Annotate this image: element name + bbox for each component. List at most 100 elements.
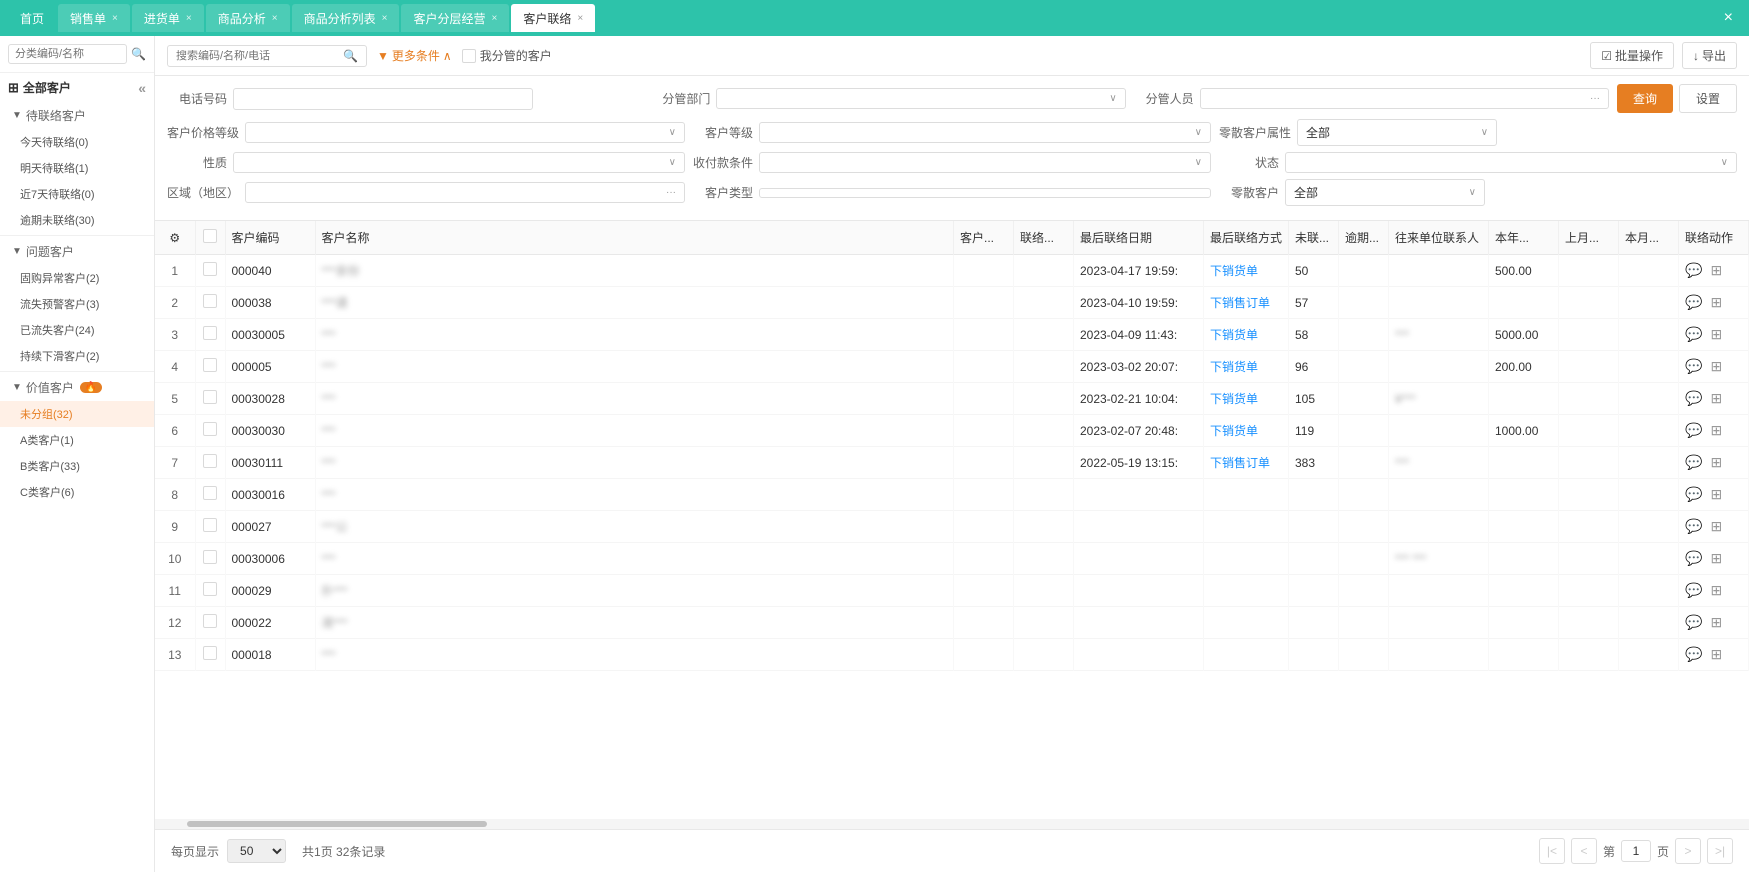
sidebar-item-overdue[interactable]: 逾期未联络(30) bbox=[0, 207, 154, 233]
batch-operation-btn[interactable]: ☑ 批量操作 bbox=[1590, 42, 1674, 69]
cell-check[interactable] bbox=[195, 511, 225, 543]
sidebar-group-value[interactable]: ▼ 价值客户 🔥 bbox=[0, 374, 154, 401]
sidebar-item-churn-warning[interactable]: 流失预警客户(3) bbox=[0, 291, 154, 317]
nav-tab-purchase[interactable]: 进货单 × bbox=[132, 4, 204, 32]
cell-check[interactable] bbox=[195, 639, 225, 671]
action-chat-icon[interactable]: 💬 bbox=[1685, 326, 1702, 343]
nav-tab-analysis[interactable]: 商品分析 × bbox=[206, 4, 290, 32]
action-chat-icon[interactable]: 💬 bbox=[1685, 422, 1702, 439]
cell-check[interactable] bbox=[195, 415, 225, 447]
action-grid-icon[interactable]: ⊞ bbox=[1710, 550, 1722, 567]
sidebar-item-tomorrow[interactable]: 明天待联络(1) bbox=[0, 155, 154, 181]
sidebar-item-declining[interactable]: 持续下滑客户(2) bbox=[0, 343, 154, 369]
row-checkbox[interactable] bbox=[203, 582, 217, 596]
cell-check[interactable] bbox=[195, 319, 225, 351]
page-input[interactable] bbox=[1621, 840, 1651, 862]
sidebar-group-pending[interactable]: ▼ 待联络客户 bbox=[0, 102, 154, 129]
filter-payment-select[interactable]: ∨ bbox=[759, 152, 1211, 173]
cell-check[interactable] bbox=[195, 383, 225, 415]
nav-tab-analysis-list-close[interactable]: × bbox=[382, 13, 388, 24]
last-method-link[interactable]: 下销售订单 bbox=[1210, 296, 1270, 310]
action-chat-icon[interactable]: 💬 bbox=[1685, 390, 1702, 407]
sidebar-group-problem[interactable]: ▼ 问题客户 bbox=[0, 238, 154, 265]
cell-check[interactable] bbox=[195, 575, 225, 607]
row-checkbox[interactable] bbox=[203, 294, 217, 308]
row-checkbox[interactable] bbox=[203, 454, 217, 468]
sidebar-item-7days[interactable]: 近7天待联络(0) bbox=[0, 181, 154, 207]
row-checkbox[interactable] bbox=[203, 422, 217, 436]
action-chat-icon[interactable]: 💬 bbox=[1685, 518, 1702, 535]
row-checkbox[interactable] bbox=[203, 326, 217, 340]
row-checkbox[interactable] bbox=[203, 518, 217, 532]
last-method-link[interactable]: 下销货单 bbox=[1210, 264, 1258, 278]
row-checkbox[interactable] bbox=[203, 614, 217, 628]
sidebar-item-classA[interactable]: A类客户(1) bbox=[0, 427, 154, 453]
select-all-checkbox[interactable] bbox=[203, 229, 217, 243]
nav-tab-analysis-close[interactable]: × bbox=[272, 13, 278, 24]
filter-status-select[interactable]: ∨ bbox=[1285, 152, 1737, 173]
more-filters-btn[interactable]: ▼ 更多条件 ∧ bbox=[377, 47, 452, 64]
action-grid-icon[interactable]: ⊞ bbox=[1710, 614, 1722, 631]
row-checkbox[interactable] bbox=[203, 646, 217, 660]
action-chat-icon[interactable]: 💬 bbox=[1685, 614, 1702, 631]
action-grid-icon[interactable]: ⊞ bbox=[1710, 486, 1722, 503]
action-grid-icon[interactable]: ⊞ bbox=[1710, 518, 1722, 535]
th-check[interactable] bbox=[195, 221, 225, 255]
page-size-select[interactable]: 50 100 200 bbox=[227, 839, 286, 863]
cell-check[interactable] bbox=[195, 255, 225, 287]
cell-check[interactable] bbox=[195, 543, 225, 575]
action-grid-icon[interactable]: ⊞ bbox=[1710, 326, 1722, 343]
nav-tab-sales-close[interactable]: × bbox=[112, 13, 118, 24]
filter-phone-input[interactable] bbox=[233, 88, 533, 110]
filter-search-input[interactable] bbox=[176, 50, 339, 62]
sidebar-item-today[interactable]: 今天待联络(0) bbox=[0, 129, 154, 155]
nav-tab-customer-connect-close[interactable]: × bbox=[577, 13, 583, 24]
last-method-link[interactable]: 下销售订单 bbox=[1210, 456, 1270, 470]
action-grid-icon[interactable]: ⊞ bbox=[1710, 582, 1722, 599]
last-method-link[interactable]: 下销货单 bbox=[1210, 328, 1258, 342]
filter-retail-customer-select[interactable]: 全部 ∨ bbox=[1285, 179, 1485, 206]
sidebar-item-classB[interactable]: B类客户(33) bbox=[0, 453, 154, 479]
sidebar-item-ungroup[interactable]: 未分组(32) bbox=[0, 401, 154, 427]
nav-tab-customer-connect[interactable]: 客户联络 × bbox=[511, 4, 595, 32]
action-chat-icon[interactable]: 💬 bbox=[1685, 262, 1702, 279]
last-method-link[interactable]: 下销货单 bbox=[1210, 392, 1258, 406]
page-first-btn[interactable]: |< bbox=[1539, 838, 1565, 864]
sidebar-item-classC[interactable]: C类客户(6) bbox=[0, 479, 154, 505]
filter-retail-attr-select[interactable]: 全部 ∨ bbox=[1297, 119, 1497, 146]
filter-customer-level-select[interactable]: ∨ bbox=[759, 122, 1211, 143]
row-checkbox[interactable] bbox=[203, 390, 217, 404]
th-settings[interactable]: ⚙ bbox=[155, 221, 195, 255]
filter-gender-select[interactable]: ∨ bbox=[233, 152, 685, 173]
action-grid-icon[interactable]: ⊞ bbox=[1710, 358, 1722, 375]
export-btn[interactable]: ↓ 导出 bbox=[1682, 42, 1737, 69]
sidebar-search-input[interactable] bbox=[8, 44, 127, 64]
page-next-btn[interactable]: > bbox=[1675, 838, 1701, 864]
nav-tab-analysis-list[interactable]: 商品分析列表 × bbox=[292, 4, 400, 32]
row-checkbox[interactable] bbox=[203, 486, 217, 500]
sidebar-all-customers[interactable]: ⊞ 全部客户 « bbox=[0, 73, 154, 102]
cell-check[interactable] bbox=[195, 607, 225, 639]
sidebar-item-abnormal[interactable]: 固购异常客户(2) bbox=[0, 265, 154, 291]
nav-close-all[interactable]: × bbox=[1716, 9, 1741, 27]
action-grid-icon[interactable]: ⊞ bbox=[1710, 390, 1722, 407]
filter-region-select[interactable]: ··· bbox=[245, 182, 685, 203]
last-method-link[interactable]: 下销货单 bbox=[1210, 424, 1258, 438]
action-grid-icon[interactable]: ⊞ bbox=[1710, 422, 1722, 439]
filter-customer-type-select[interactable] bbox=[759, 188, 1211, 198]
action-chat-icon[interactable]: 💬 bbox=[1685, 454, 1702, 471]
action-grid-icon[interactable]: ⊞ bbox=[1710, 262, 1722, 279]
scrollbar-thumb[interactable] bbox=[187, 821, 487, 827]
filter-search-icon[interactable]: 🔍 bbox=[343, 49, 358, 63]
cell-check[interactable] bbox=[195, 447, 225, 479]
horizontal-scrollbar[interactable] bbox=[155, 819, 1749, 829]
action-grid-icon[interactable]: ⊞ bbox=[1710, 454, 1722, 471]
sidebar-collapse-btn[interactable]: « bbox=[138, 80, 146, 96]
row-checkbox[interactable] bbox=[203, 262, 217, 276]
row-checkbox[interactable] bbox=[203, 550, 217, 564]
filter-dept-select[interactable]: ∨ bbox=[716, 88, 1125, 109]
filter-price-level-select[interactable]: ∨ bbox=[245, 122, 685, 143]
cell-check[interactable] bbox=[195, 479, 225, 511]
action-chat-icon[interactable]: 💬 bbox=[1685, 646, 1702, 663]
nav-tab-purchase-close[interactable]: × bbox=[186, 13, 192, 24]
